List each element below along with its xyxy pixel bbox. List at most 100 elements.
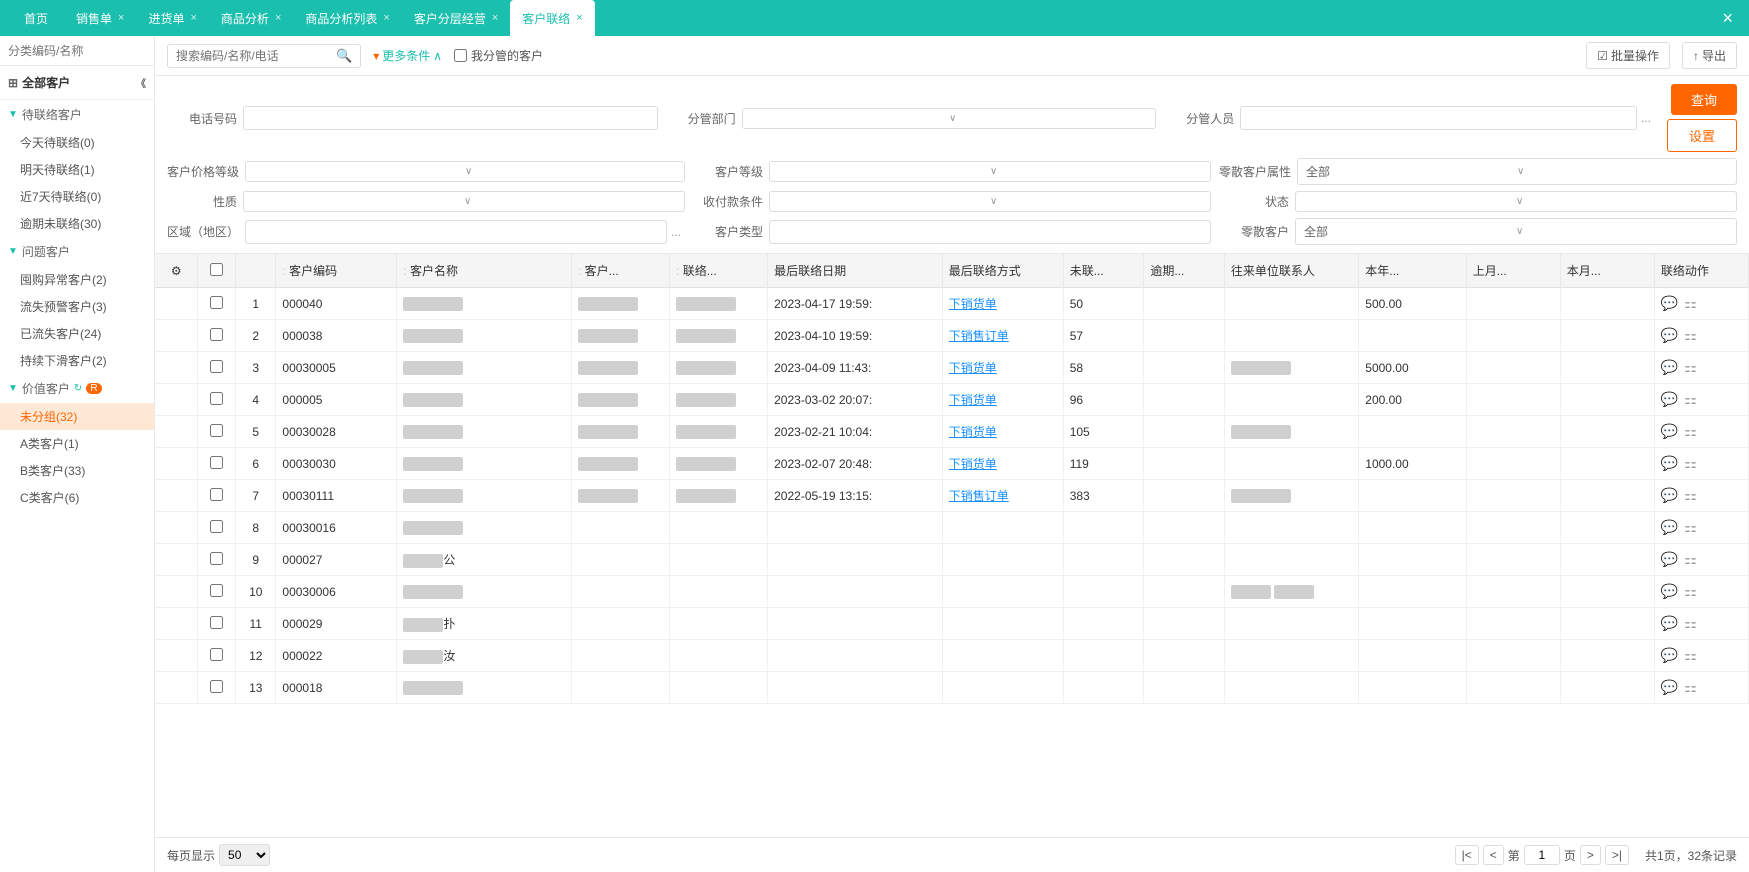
apps-icon[interactable]: ⚏ xyxy=(1684,391,1697,408)
tab-sales[interactable]: 销售单 × xyxy=(64,0,136,36)
chat-icon[interactable]: 💬 xyxy=(1661,679,1678,696)
filter-dept-select[interactable]: ∨ xyxy=(742,108,1157,129)
chat-icon[interactable]: 💬 xyxy=(1661,551,1678,568)
apps-icon[interactable]: ⚏ xyxy=(1684,423,1697,440)
chat-icon[interactable]: 💬 xyxy=(1661,519,1678,536)
row-checkbox[interactable] xyxy=(210,616,223,629)
chat-icon[interactable]: 💬 xyxy=(1661,615,1678,632)
sidebar-group-pending-title[interactable]: ▼ 待联络客户 xyxy=(0,100,154,129)
th-last-contact-type[interactable]: 最后联络方式 xyxy=(942,254,1063,288)
filter-payment-select[interactable]: ∨ xyxy=(769,191,1211,212)
filter-search-input[interactable] xyxy=(176,49,336,63)
sidebar-item-no-group[interactable]: 未分组(32) xyxy=(0,403,154,430)
apps-icon[interactable]: ⚏ xyxy=(1684,295,1697,312)
ellipsis-icon[interactable]: ... xyxy=(1637,111,1655,125)
settings-icon[interactable]: ⚙ xyxy=(171,264,182,278)
page-input[interactable] xyxy=(1524,845,1560,865)
per-page-select[interactable]: 50 100 xyxy=(219,844,270,866)
more-conditions-button[interactable]: ▾ 更多条件 ∧ xyxy=(373,47,442,64)
filter-customer-tier-select[interactable]: ∨ xyxy=(769,161,1211,182)
filter-retail-customer-select[interactable]: 全部 ∨ xyxy=(1295,218,1737,245)
row-checkbox[interactable] xyxy=(210,296,223,309)
th-last-month[interactable]: 上月... xyxy=(1466,254,1560,288)
apps-icon[interactable]: ⚏ xyxy=(1684,647,1697,664)
apps-icon[interactable]: ⚏ xyxy=(1684,551,1697,568)
sidebar-group-value-title[interactable]: ▼ 价值客户 ↻ R xyxy=(0,374,154,403)
tab-product-analysis-close[interactable]: × xyxy=(275,12,281,24)
th-contact[interactable]: : 联络... xyxy=(670,254,768,288)
th-name[interactable]: : 客户名称 xyxy=(397,254,572,288)
last-contact-type-link[interactable]: 下销货单 xyxy=(949,425,997,439)
chat-icon[interactable]: 💬 xyxy=(1661,391,1678,408)
th-last-contact-date[interactable]: 最后联络日期 xyxy=(768,254,943,288)
sidebar-item-tomorrow-pending[interactable]: 明天待联络(1) xyxy=(0,156,154,183)
row-checkbox[interactable] xyxy=(210,328,223,341)
th-type[interactable]: : 客户... xyxy=(571,254,669,288)
apps-icon[interactable]: ⚏ xyxy=(1684,583,1697,600)
apps-icon[interactable]: ⚏ xyxy=(1684,359,1697,376)
row-checkbox[interactable] xyxy=(210,552,223,565)
prev-page-button[interactable]: < xyxy=(1483,845,1504,865)
chat-icon[interactable]: 💬 xyxy=(1661,359,1678,376)
sidebar-item-7day-pending[interactable]: 近7天待联络(0) xyxy=(0,183,154,210)
th-code[interactable]: : 客户编码 xyxy=(276,254,397,288)
th-this-month[interactable]: 本月... xyxy=(1560,254,1654,288)
row-checkbox[interactable] xyxy=(210,456,223,469)
refresh-icon[interactable]: ↻ xyxy=(74,383,82,394)
apps-icon[interactable]: ⚏ xyxy=(1684,487,1697,504)
th-this-year[interactable]: 本年... xyxy=(1359,254,1466,288)
filter-nature-select[interactable]: ∨ xyxy=(243,191,685,212)
last-contact-type-link[interactable]: 下销货单 xyxy=(949,361,997,375)
sidebar-item-lost[interactable]: 已流失客户(24) xyxy=(0,320,154,347)
apps-icon[interactable]: ⚏ xyxy=(1684,327,1697,344)
sidebar-item-class-b[interactable]: B类客户(33) xyxy=(0,457,154,484)
apps-icon[interactable]: ⚏ xyxy=(1684,615,1697,632)
row-checkbox[interactable] xyxy=(210,648,223,661)
tab-purchase[interactable]: 进货单 × xyxy=(136,0,208,36)
chat-icon[interactable]: 💬 xyxy=(1661,455,1678,472)
sidebar-item-overdue-pending[interactable]: 逾期未联络(30) xyxy=(0,210,154,237)
filter-status-select[interactable]: ∨ xyxy=(1295,191,1737,212)
apps-icon[interactable]: ⚏ xyxy=(1684,519,1697,536)
row-checkbox[interactable] xyxy=(210,520,223,533)
sidebar-all-customers[interactable]: ⊞ 全部客户 《 xyxy=(0,66,154,100)
tab-sales-close[interactable]: × xyxy=(118,12,124,24)
chat-icon[interactable]: 💬 xyxy=(1661,487,1678,504)
last-contact-type-link[interactable]: 下销货单 xyxy=(949,393,997,407)
chat-icon[interactable]: 💬 xyxy=(1661,295,1678,312)
sidebar-item-declining[interactable]: 持续下滑客户(2) xyxy=(0,347,154,374)
tab-purchase-close[interactable]: × xyxy=(190,12,196,24)
query-button[interactable]: 查询 xyxy=(1671,84,1737,115)
reset-button[interactable]: 设置 xyxy=(1667,119,1737,152)
next-page-button[interactable]: > xyxy=(1580,845,1601,865)
tab-customer-tier-close[interactable]: × xyxy=(492,12,498,24)
filter-customer-type-input[interactable] xyxy=(769,220,1211,244)
last-contact-type-link[interactable]: 下销售订单 xyxy=(949,329,1009,343)
sidebar-item-today-pending[interactable]: 今天待联络(0) xyxy=(0,129,154,156)
last-page-button[interactable]: >| xyxy=(1605,845,1629,865)
filter-phone-input[interactable] xyxy=(243,106,658,130)
row-checkbox[interactable] xyxy=(210,680,223,693)
apps-icon[interactable]: ⚏ xyxy=(1684,679,1697,696)
sidebar-item-class-a[interactable]: A类客户(1) xyxy=(0,430,154,457)
th-unit-contact[interactable]: 往来单位联系人 xyxy=(1224,254,1358,288)
filter-search-icon[interactable]: 🔍 xyxy=(336,48,352,64)
chat-icon[interactable]: 💬 xyxy=(1661,647,1678,664)
close-all-button[interactable]: × xyxy=(1714,8,1741,29)
th-overdue[interactable]: 逾期... xyxy=(1144,254,1225,288)
tab-product-analysis[interactable]: 商品分析 × xyxy=(209,0,293,36)
sidebar-search-input[interactable] xyxy=(8,44,155,58)
sidebar-item-class-c[interactable]: C类客户(6) xyxy=(0,484,154,511)
filter-retail-attr-select[interactable]: 全部 ∨ xyxy=(1297,158,1737,185)
batch-op-button[interactable]: ☑ 批量操作 xyxy=(1586,42,1670,69)
row-checkbox[interactable] xyxy=(210,488,223,501)
sidebar-collapse-icon[interactable]: 《 xyxy=(136,75,146,90)
tab-product-analysis-list-close[interactable]: × xyxy=(383,12,389,24)
filter-price-tier-select[interactable]: ∨ xyxy=(245,161,685,182)
chat-icon[interactable]: 💬 xyxy=(1661,583,1678,600)
th-settings[interactable]: ⚙ xyxy=(155,254,198,288)
sidebar-item-abnormal[interactable]: 囤购异常客户(2) xyxy=(0,266,154,293)
export-button[interactable]: ↑ 导出 xyxy=(1682,42,1737,69)
sidebar-item-warning[interactable]: 流失预警客户(3) xyxy=(0,293,154,320)
row-checkbox[interactable] xyxy=(210,360,223,373)
